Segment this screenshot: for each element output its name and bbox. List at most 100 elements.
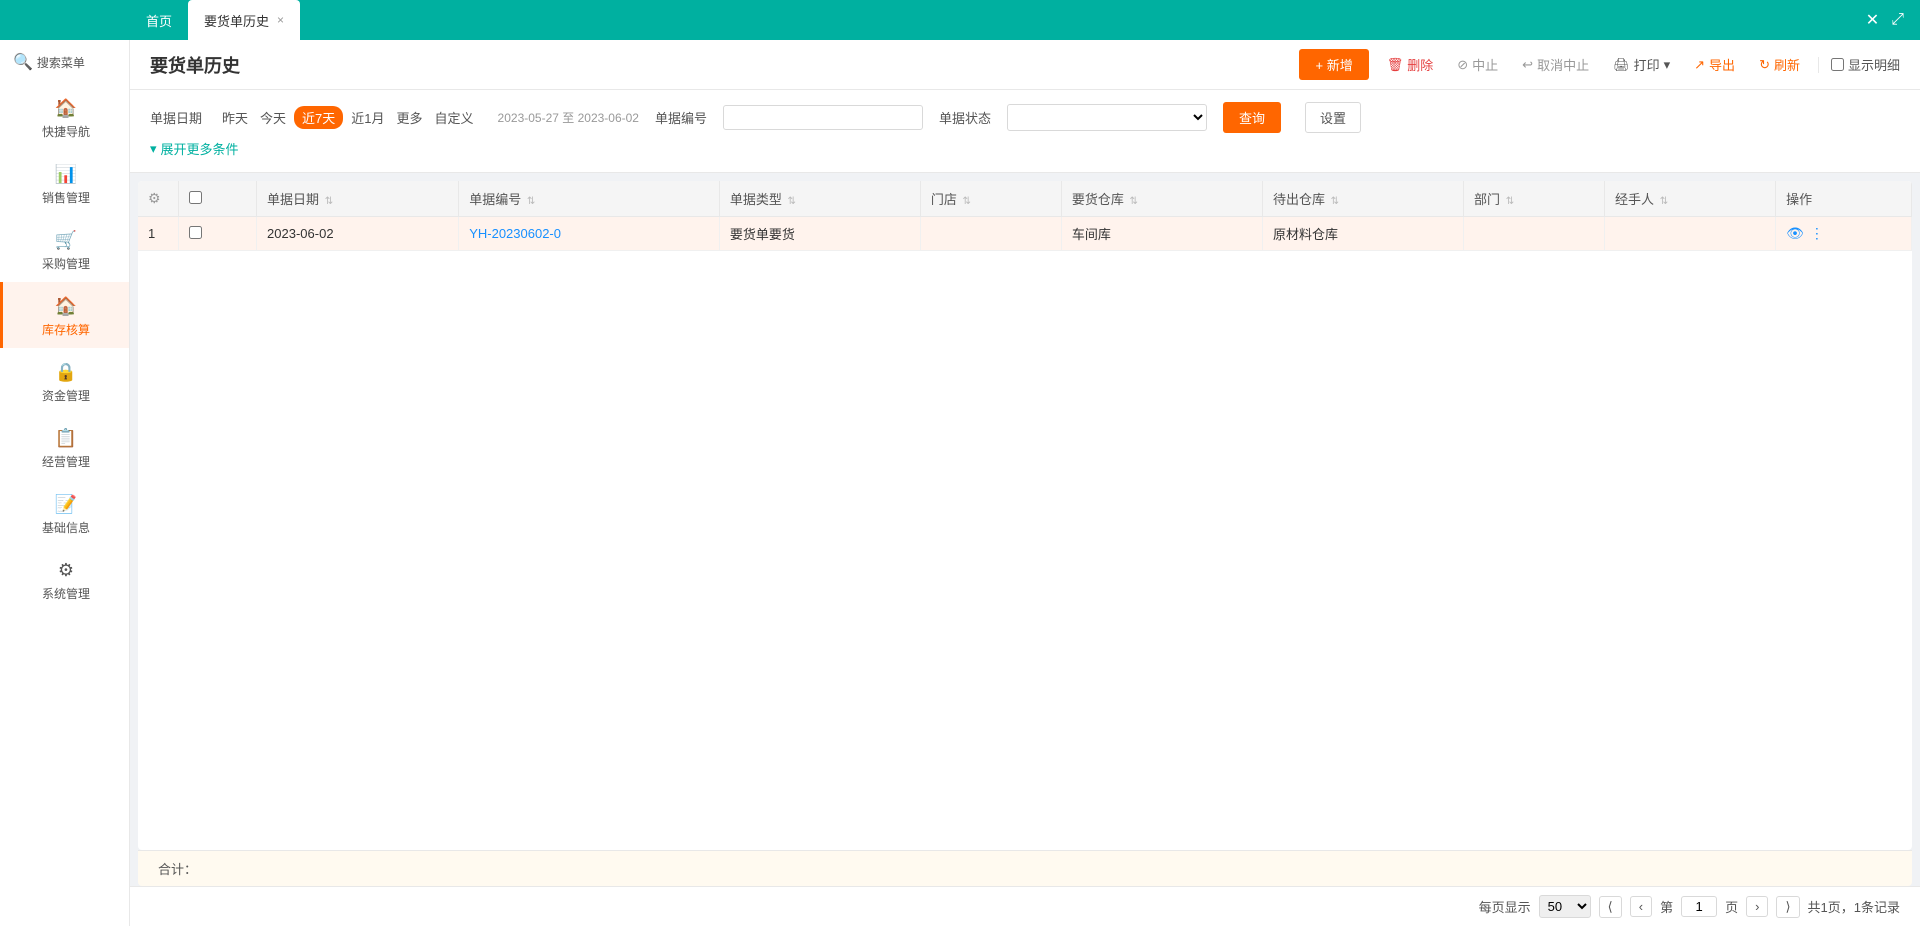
main-content: 要货单历史 + 新增 🗑 删除 ⊘ 中止 ↩ 取消中止 🖨 打印 <box>130 40 1920 926</box>
th-handler-label: 经手人 <box>1615 192 1654 207</box>
sidebar-item-operations[interactable]: 📋 经营管理 <box>0 414 129 480</box>
date-yesterday[interactable]: 昨天 <box>218 106 252 129</box>
sidebar-item-finance[interactable]: 🔒 资金管理 <box>0 348 129 414</box>
tab-requisition-history[interactable]: 要货单历史 × <box>188 0 300 40</box>
column-settings-icon[interactable]: ⚙ <box>148 190 161 206</box>
cell-date: 2023-06-02 <box>257 217 459 251</box>
sidebar-system-label: 系统管理 <box>42 585 90 602</box>
next-page-button[interactable]: › <box>1746 896 1768 917</box>
sort-pending-warehouse-icon[interactable]: ⇅ <box>1331 196 1339 207</box>
delete-icon: 🗑 <box>1387 57 1404 73</box>
cell-store <box>920 217 1061 251</box>
sort-handler-icon[interactable]: ⇅ <box>1660 196 1668 207</box>
page-label: 第 <box>1660 897 1673 916</box>
cell-pending-warehouse: 原材料仓库 <box>1262 217 1463 251</box>
sidebar-finance-label: 资金管理 <box>42 387 90 404</box>
stop-button[interactable]: ⊘ 中止 <box>1451 51 1504 78</box>
cell-type: 要货单要货 <box>719 217 920 251</box>
sidebar-search[interactable]: 🔍 搜索菜单 <box>0 40 129 84</box>
page-header: 要货单历史 + 新增 🗑 删除 ⊘ 中止 ↩ 取消中止 🖨 打印 <box>130 40 1920 90</box>
sort-store-icon[interactable]: ⇅ <box>963 196 971 207</box>
refresh-button[interactable]: ↻ 刷新 <box>1753 51 1806 78</box>
last-page-button[interactable]: ⟩ <box>1776 896 1799 918</box>
prev-page-button[interactable]: ‹ <box>1630 896 1652 917</box>
view-action-icon[interactable]: 👁 <box>1786 225 1804 242</box>
sidebar-item-basics[interactable]: 📝 基础信息 <box>0 480 129 546</box>
show-detail-checkbox[interactable] <box>1831 58 1844 71</box>
refresh-label: 刷新 <box>1774 55 1800 74</box>
show-detail-label-text: 显示明细 <box>1848 55 1900 74</box>
sidebar-item-system[interactable]: ⚙ 系统管理 <box>0 546 129 612</box>
expand-more-label: 展开更多条件 <box>161 139 239 158</box>
sidebar-sales-label: 销售管理 <box>42 189 90 206</box>
sidebar: 🔍 搜索菜单 🏠 快捷导航 📊 销售管理 🛒 采购管理 🏠 库存核算 🔒 资金管… <box>0 40 130 926</box>
tab-close-icon[interactable]: × <box>277 13 284 27</box>
more-action-icon[interactable]: ⋮ <box>1810 225 1824 242</box>
chevron-down-icon: ▾ <box>150 141 157 157</box>
tab-home[interactable]: 首页 <box>130 0 188 40</box>
sort-type-icon[interactable]: ⇅ <box>787 196 795 207</box>
refresh-icon: ↻ <box>1759 57 1770 73</box>
export-button[interactable]: ↗ 导出 <box>1688 51 1741 78</box>
th-action: 操作 <box>1776 181 1912 217</box>
th-number-label: 单据编号 <box>469 192 521 207</box>
expand-more-button[interactable]: ▾ 展开更多条件 <box>150 133 1900 164</box>
select-all-checkbox[interactable] <box>189 191 202 204</box>
date-custom[interactable]: 自定义 <box>431 106 478 129</box>
sidebar-purchase-label: 采购管理 <box>42 255 90 272</box>
sort-number-icon[interactable]: ⇅ <box>527 196 535 207</box>
status-select[interactable] <box>1007 104 1207 131</box>
top-bar: 首页 要货单历史 × ✕ ⤢ <box>0 0 1920 40</box>
date-more[interactable]: 更多 <box>393 106 427 129</box>
show-detail-toggle[interactable]: 显示明细 <box>1831 55 1900 74</box>
date-range-display: 2023-05-27 至 2023-06-02 <box>498 109 639 126</box>
page-input[interactable] <box>1681 896 1717 917</box>
stop-label: 中止 <box>1472 55 1498 74</box>
chart-icon: 📊 <box>55 164 77 185</box>
th-date: 单据日期 ⇅ <box>257 181 459 217</box>
inventory-icon: 🏠 <box>55 296 77 317</box>
sort-date-icon[interactable]: ⇅ <box>325 196 333 207</box>
cell-action: 👁 ⋮ <box>1776 217 1912 251</box>
bill-number-input[interactable] <box>723 105 923 130</box>
delete-button[interactable]: 🗑 删除 <box>1381 51 1440 78</box>
filter-row: 单据日期 昨天 今天 近7天 近1月 更多 自定义 2023-05-27 至 2… <box>150 102 1900 133</box>
window-maximize-icon[interactable]: ⤢ <box>1891 11 1904 29</box>
bill-number-link[interactable]: YH-20230602-0 <box>469 226 561 241</box>
toolbar: + 新增 🗑 删除 ⊘ 中止 ↩ 取消中止 🖨 打印 ▾ <box>1299 49 1900 80</box>
operations-icon: 📋 <box>55 428 77 449</box>
date-last7days[interactable]: 近7天 <box>294 106 343 129</box>
cell-handler <box>1605 217 1776 251</box>
sort-req-warehouse-icon[interactable]: ⇅ <box>1130 196 1138 207</box>
th-req-warehouse-label: 要货仓库 <box>1072 192 1124 207</box>
sidebar-item-purchase[interactable]: 🛒 采购管理 <box>0 216 129 282</box>
th-date-label: 单据日期 <box>267 192 319 207</box>
footer-summary: 合计： <box>138 850 1912 886</box>
sidebar-item-sales[interactable]: 📊 销售管理 <box>0 150 129 216</box>
delete-label: 删除 <box>1407 55 1433 74</box>
print-button[interactable]: 🖨 打印 ▾ <box>1607 51 1676 78</box>
system-icon: ⚙ <box>58 560 74 581</box>
row-checkbox[interactable] <box>189 226 202 239</box>
sort-department-icon[interactable]: ⇅ <box>1506 196 1514 207</box>
export-label: 导出 <box>1709 55 1735 74</box>
data-table: ⚙ 单据日期 ⇅ 单据编号 ⇅ <box>138 181 1912 251</box>
sidebar-item-quick-nav[interactable]: 🏠 快捷导航 <box>0 84 129 150</box>
stop-icon: ⊘ <box>1457 57 1468 73</box>
first-page-button[interactable]: ⟨ <box>1599 896 1622 918</box>
date-today[interactable]: 今天 <box>256 106 290 129</box>
date-last1month[interactable]: 近1月 <box>347 106 388 129</box>
cancel-stop-button[interactable]: ↩ 取消中止 <box>1516 51 1595 78</box>
window-close-icon[interactable]: ✕ <box>1866 10 1879 30</box>
sidebar-basics-label: 基础信息 <box>42 519 90 536</box>
new-button[interactable]: + 新增 <box>1299 49 1368 80</box>
per-page-select[interactable]: 50 10 20 100 <box>1539 895 1591 918</box>
cart-icon: 🛒 <box>55 230 77 251</box>
sidebar-item-inventory[interactable]: 🏠 库存核算 <box>0 282 129 348</box>
query-button[interactable]: 查询 <box>1223 102 1281 133</box>
tab-requisition-label: 要货单历史 <box>204 11 269 30</box>
lock-icon: 🔒 <box>55 362 77 383</box>
settings-button[interactable]: 设置 <box>1305 102 1361 133</box>
th-department: 部门 ⇅ <box>1464 181 1605 217</box>
page-unit: 页 <box>1725 897 1738 916</box>
